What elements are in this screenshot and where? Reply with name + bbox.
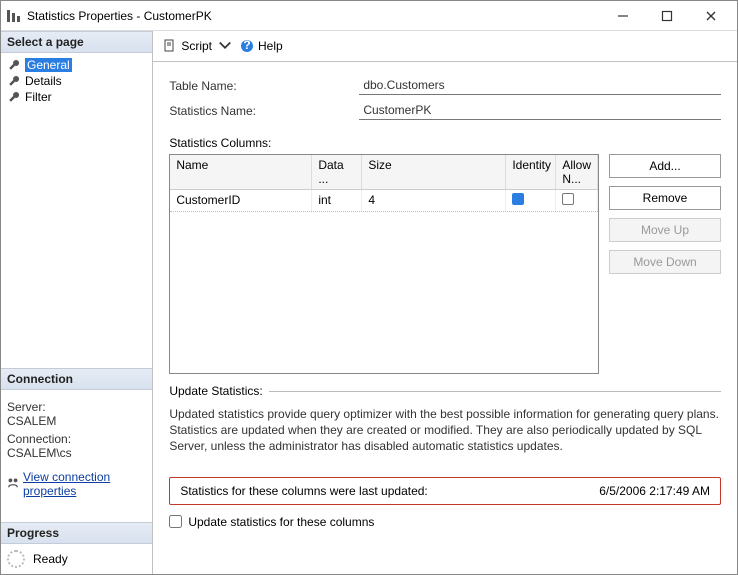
page-label: Details <box>25 74 62 88</box>
page-item-general[interactable]: General <box>3 57 150 73</box>
wrench-icon <box>7 90 21 104</box>
page-label: Filter <box>25 90 52 104</box>
help-button[interactable]: ? Help <box>240 39 283 53</box>
close-button[interactable] <box>689 2 733 30</box>
progress-header: Progress <box>1 522 152 544</box>
maximize-button[interactable] <box>645 2 689 30</box>
window-title: Statistics Properties - CustomerPK <box>27 9 601 23</box>
update-description: Updated statistics provide query optimiz… <box>169 406 721 455</box>
update-statistics-checkbox[interactable] <box>169 515 182 528</box>
header-data[interactable]: Data ... <box>312 155 362 189</box>
page-label: General <box>25 58 72 72</box>
page-item-filter[interactable]: Filter <box>3 89 150 105</box>
toolbar: Script ? Help <box>153 31 737 62</box>
progress-spinner-icon <box>7 550 25 568</box>
app-icon <box>5 8 21 24</box>
connection-header: Connection <box>1 368 152 390</box>
update-statistics-label: Update Statistics: <box>169 384 262 398</box>
grid-header: Name Data ... Size Identity Allow N... <box>170 155 598 190</box>
last-updated-label: Statistics for these columns were last u… <box>180 484 427 498</box>
divider <box>269 391 721 392</box>
update-statistics-checkbox-label: Update statistics for these columns <box>188 515 374 529</box>
chevron-down-icon <box>218 39 232 53</box>
last-updated-value: 6/5/2006 2:17:49 AM <box>599 484 710 498</box>
script-button[interactable]: Script <box>163 39 232 53</box>
wrench-icon <box>7 74 21 88</box>
minimize-button[interactable] <box>601 2 645 30</box>
progress-status: Ready <box>33 552 68 566</box>
checkbox-checked-icon <box>512 193 524 205</box>
statistics-name-field[interactable]: CustomerPK <box>359 101 721 120</box>
page-item-details[interactable]: Details <box>3 73 150 89</box>
progress-section: Ready <box>1 544 152 574</box>
last-updated-box: Statistics for these columns were last u… <box>169 477 721 505</box>
connection-section: Server: CSALEM Connection: CSALEM\cs Vie… <box>1 390 152 504</box>
statistics-columns-label: Statistics Columns: <box>169 136 721 150</box>
statistics-name-label: Statistics Name: <box>169 104 359 118</box>
add-button[interactable]: Add... <box>609 154 721 178</box>
script-label: Script <box>181 39 212 53</box>
pages-list: General Details Filter <box>1 53 152 109</box>
cell-data: int <box>312 190 362 211</box>
table-name-label: Table Name: <box>169 79 359 93</box>
svg-text:?: ? <box>243 39 250 52</box>
wrench-icon <box>7 58 21 72</box>
header-allow-null[interactable]: Allow N... <box>556 155 598 189</box>
cell-identity <box>506 190 556 211</box>
table-row[interactable]: CustomerID int 4 <box>170 190 598 212</box>
help-icon: ? <box>240 39 254 53</box>
titlebar: Statistics Properties - CustomerPK <box>1 1 737 31</box>
header-size[interactable]: Size <box>362 155 506 189</box>
cell-size: 4 <box>362 190 506 211</box>
right-panel: Script ? Help Table Name: dbo.Customers … <box>153 31 737 574</box>
left-panel: Select a page General Details Filter Con… <box>1 31 153 574</box>
table-name-field[interactable]: dbo.Customers <box>359 76 721 95</box>
checkbox-unchecked-icon <box>562 193 574 205</box>
server-label: Server: <box>7 400 146 414</box>
cell-name: CustomerID <box>170 190 312 211</box>
pages-header: Select a page <box>1 31 152 53</box>
move-down-button[interactable]: Move Down <box>609 250 721 274</box>
header-identity[interactable]: Identity <box>506 155 556 189</box>
view-connection-properties-link[interactable]: View connection properties <box>23 470 146 498</box>
server-value: CSALEM <box>7 414 146 428</box>
script-icon <box>163 39 177 53</box>
move-up-button[interactable]: Move Up <box>609 218 721 242</box>
header-name[interactable]: Name <box>170 155 312 189</box>
help-label: Help <box>258 39 283 53</box>
connection-value: CSALEM\cs <box>7 446 146 460</box>
cell-allow-null <box>556 190 598 211</box>
columns-grid[interactable]: Name Data ... Size Identity Allow N... C… <box>169 154 599 374</box>
connection-properties-icon <box>7 477 19 491</box>
remove-button[interactable]: Remove <box>609 186 721 210</box>
connection-label: Connection: <box>7 432 146 446</box>
